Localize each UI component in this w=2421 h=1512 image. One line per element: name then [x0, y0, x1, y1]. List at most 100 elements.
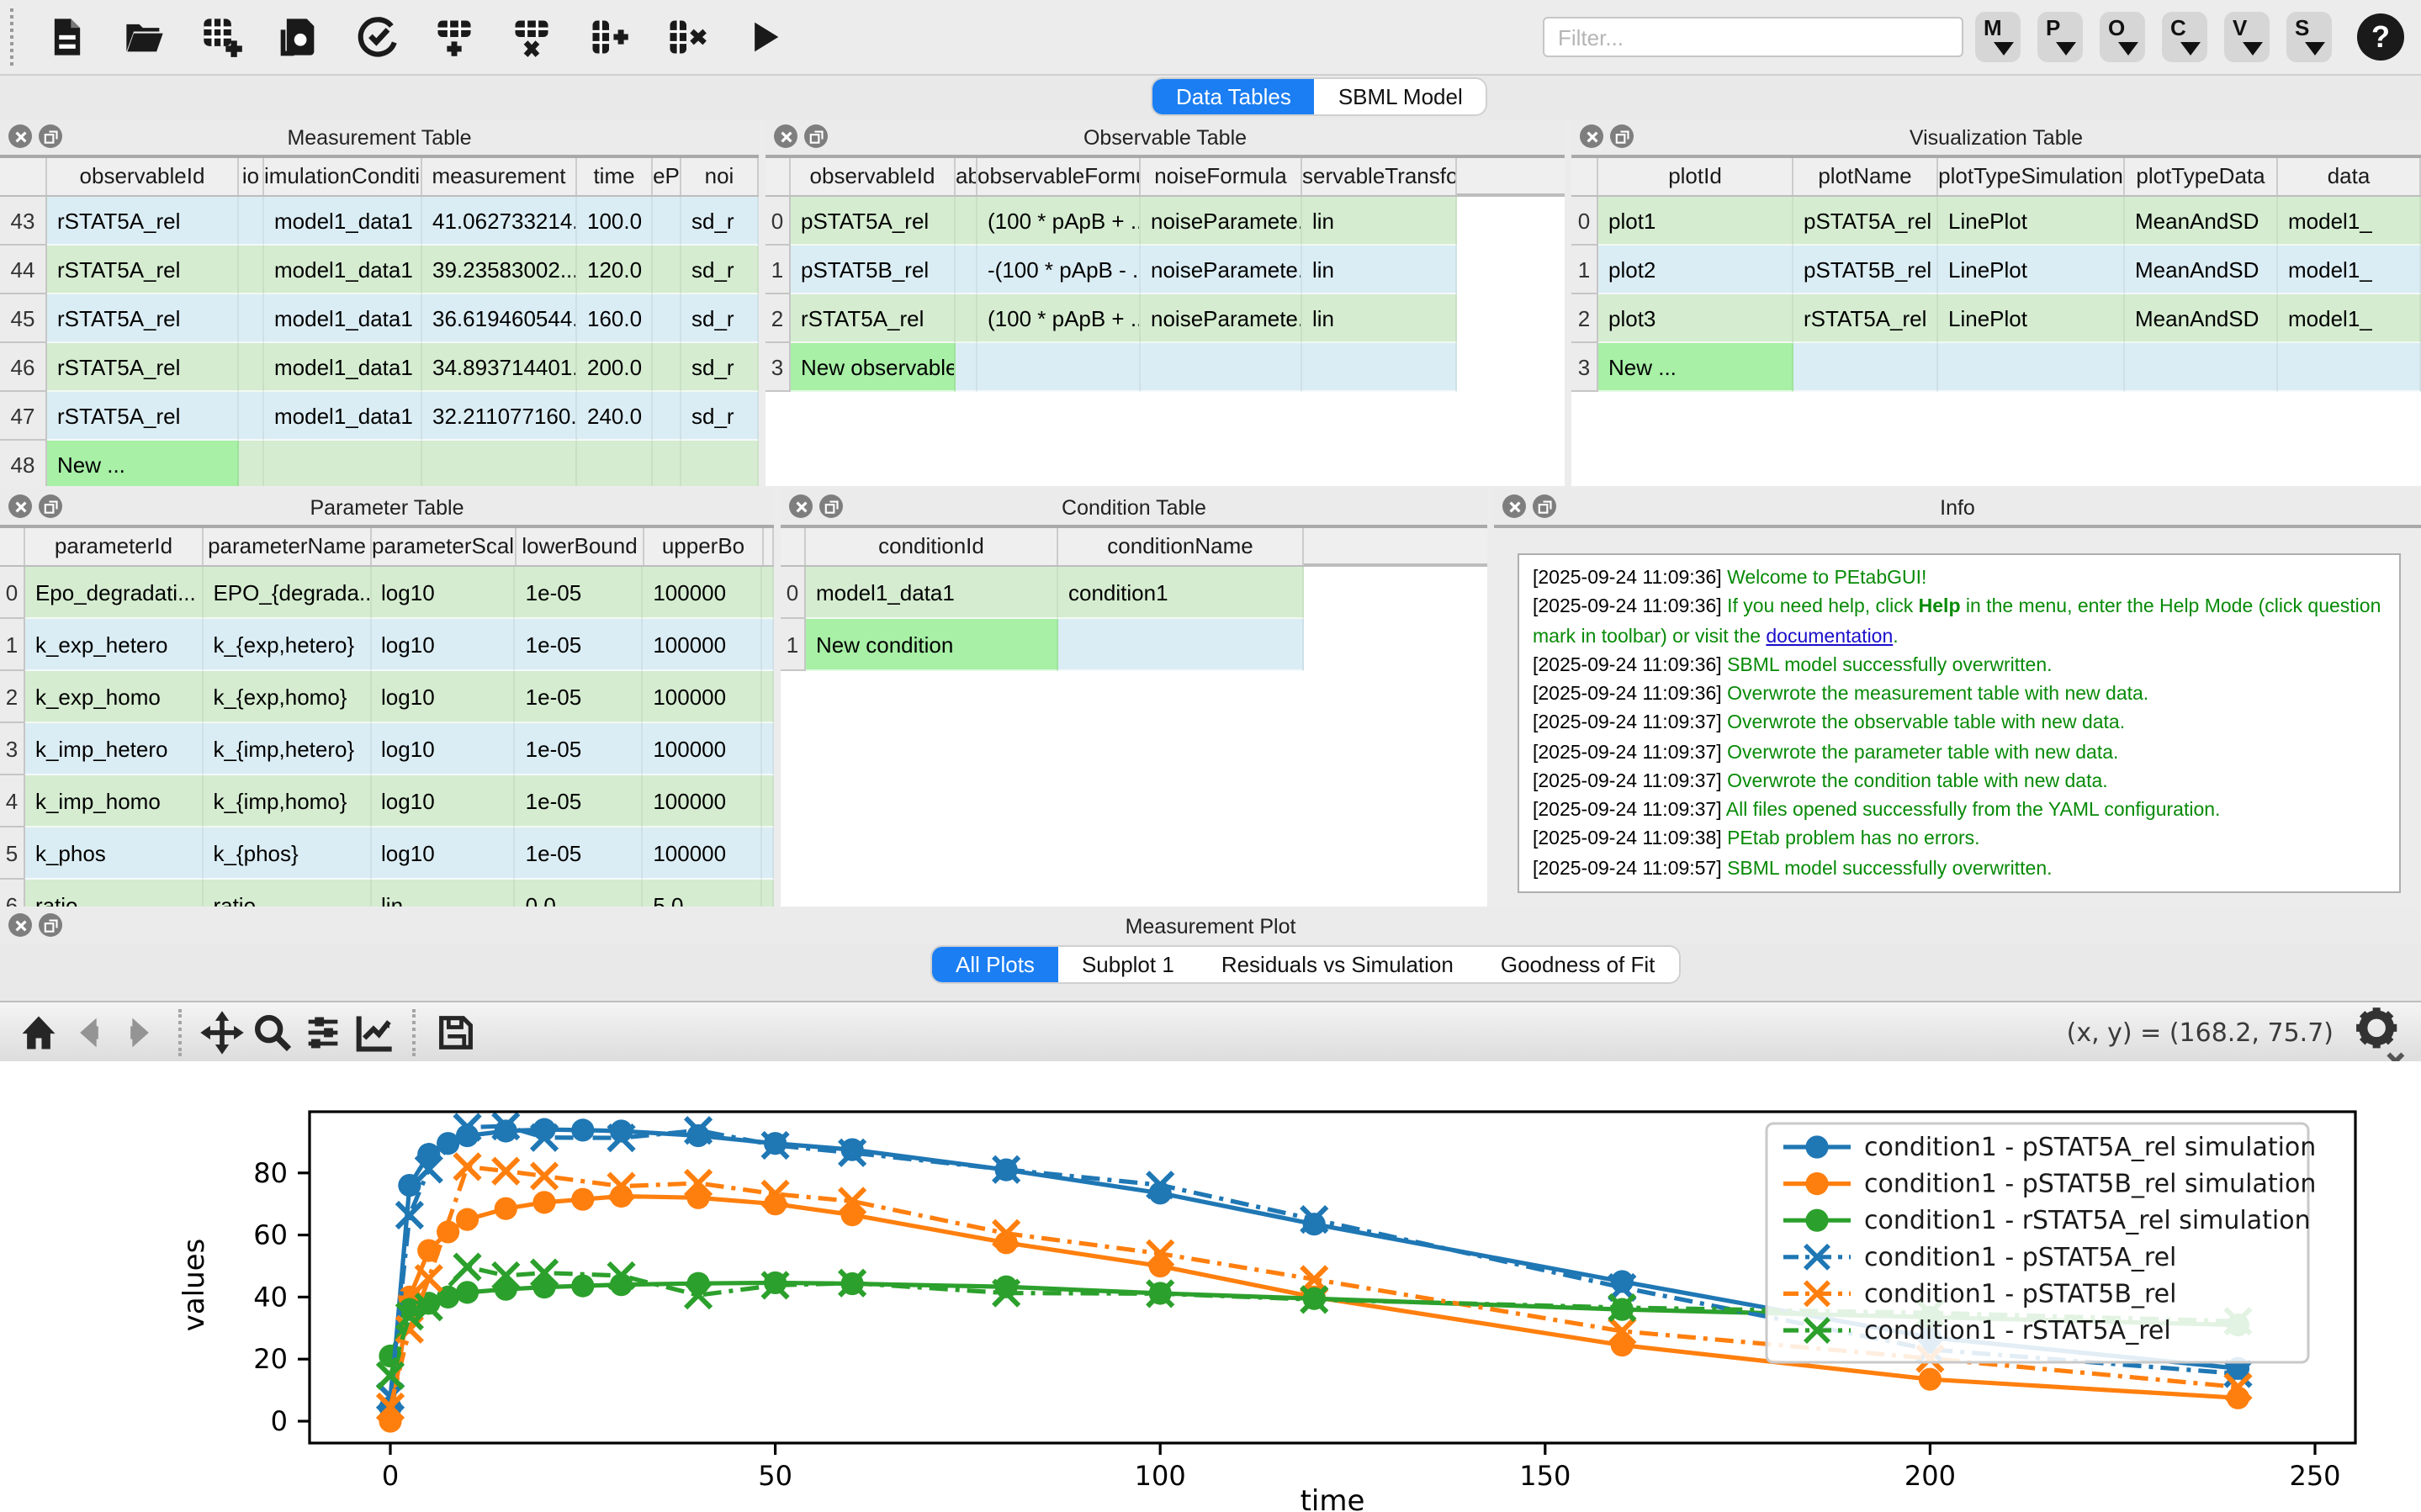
table-cell[interactable]: model1_data1: [264, 197, 422, 246]
column-header[interactable]: servableTransforma: [1302, 158, 1457, 195]
undock-icon[interactable]: [39, 124, 62, 148]
new-file-icon[interactable]: [44, 14, 89, 60]
table-cell[interactable]: pSTAT5A_rel: [1793, 197, 1938, 246]
table-cell[interactable]: k_{imp,hetero}: [203, 723, 371, 775]
row-number[interactable]: 2: [1571, 294, 1598, 343]
table-cell[interactable]: log10: [371, 671, 516, 723]
table-cell[interactable]: condition1: [1058, 567, 1304, 619]
table-cell[interactable]: MeanAndSD: [2125, 246, 2278, 294]
table-cell[interactable]: New ...: [1598, 343, 1793, 392]
table-cell[interactable]: EPO_{degrada...: [203, 567, 371, 619]
table-cell[interactable]: [239, 441, 264, 486]
toolbar-grip-handle[interactable]: [10, 8, 24, 66]
column-header[interactable]: io: [239, 158, 264, 195]
table-cell[interactable]: sd_r: [681, 343, 759, 392]
table-cell[interactable]: [653, 392, 681, 441]
save-figure-icon[interactable]: [431, 1007, 481, 1058]
table-cell[interactable]: 100000: [643, 775, 762, 827]
filter-toggle-c[interactable]: C: [2162, 12, 2207, 62]
row-number[interactable]: 4: [0, 775, 25, 827]
filter-toggle-o[interactable]: O: [2100, 12, 2145, 62]
table-cell[interactable]: plot1: [1598, 197, 1793, 246]
row-number[interactable]: 0: [766, 197, 791, 246]
close-icon[interactable]: [8, 494, 32, 518]
table-cell[interactable]: [1938, 343, 2125, 392]
table-cell[interactable]: k_exp_hetero: [25, 619, 204, 671]
table-cell[interactable]: model1_data1: [264, 343, 422, 392]
table-cell[interactable]: lin: [1302, 246, 1457, 294]
column-header[interactable]: time: [577, 158, 653, 195]
column-header[interactable]: parameterName: [204, 528, 372, 565]
undock-icon[interactable]: [39, 494, 62, 518]
table-cell[interactable]: plot3: [1598, 294, 1793, 343]
table-cell[interactable]: noiseParamete...: [1141, 294, 1302, 343]
table-cell[interactable]: 0.0: [516, 880, 644, 907]
table-cell[interactable]: rSTAT5A_rel: [47, 246, 239, 294]
table-cell[interactable]: 100000: [643, 567, 762, 619]
table-cell[interactable]: 100000: [643, 827, 762, 880]
table-cell[interactable]: model1_: [2278, 294, 2421, 343]
table-cell[interactable]: 100000: [643, 619, 762, 671]
close-icon[interactable]: [8, 124, 32, 148]
column-header[interactable]: parameterScale: [372, 528, 517, 565]
check-petab-icon[interactable]: [353, 14, 399, 60]
tab-sbml-model[interactable]: SBML Model: [1315, 79, 1486, 114]
table-cell[interactable]: sd_r: [681, 197, 759, 246]
table-cell[interactable]: 41.062733214...: [422, 197, 577, 246]
plot-tab-goodness-of-fit[interactable]: Goodness of Fit: [1477, 947, 1679, 982]
close-icon[interactable]: [1580, 124, 1603, 148]
tab-data-tables[interactable]: Data Tables: [1152, 79, 1315, 114]
row-number[interactable]: 44: [0, 246, 47, 294]
table-cell[interactable]: 1: [762, 619, 774, 671]
table-cell[interactable]: [653, 197, 681, 246]
table-cell[interactable]: [422, 441, 577, 486]
table-cell[interactable]: [1058, 619, 1304, 671]
table-cell[interactable]: [653, 441, 681, 486]
table-cell[interactable]: rSTAT5A_rel: [47, 197, 239, 246]
table-cell[interactable]: rSTAT5A_rel: [47, 392, 239, 441]
filter-toggle-m[interactable]: M: [1975, 12, 2021, 62]
table-cell[interactable]: [653, 343, 681, 392]
column-header[interactable]: plotName: [1793, 158, 1938, 195]
table-cell[interactable]: rSTAT5A_rel: [791, 294, 956, 343]
column-header[interactable]: upperBo: [644, 528, 764, 565]
column-header[interactable]: parameterId: [25, 528, 204, 565]
table-cell[interactable]: k_{exp,hetero}: [203, 619, 371, 671]
table-cell[interactable]: 100000: [643, 723, 762, 775]
table-cell[interactable]: lin: [371, 880, 516, 907]
table-cell[interactable]: [239, 392, 264, 441]
table-cell[interactable]: pSTAT5A_rel: [791, 197, 956, 246]
table-cell[interactable]: 5.0: [643, 880, 762, 907]
column-header[interactable]: eP: [653, 158, 681, 195]
table-cell[interactable]: [653, 294, 681, 343]
run-simulation-icon[interactable]: [740, 14, 786, 60]
row-number[interactable]: 0: [0, 567, 25, 619]
add-row-icon[interactable]: [431, 14, 476, 60]
undock-icon[interactable]: [39, 913, 62, 937]
row-number[interactable]: 6: [0, 880, 25, 907]
table-cell[interactable]: k_exp_homo: [25, 671, 204, 723]
help-button[interactable]: ?: [2357, 13, 2404, 61]
table-cell[interactable]: lin: [1302, 294, 1457, 343]
undock-icon[interactable]: [819, 494, 843, 518]
table-cell[interactable]: pSTAT5B_rel: [1793, 246, 1938, 294]
table-cell[interactable]: 100000: [643, 671, 762, 723]
new-table-icon[interactable]: [199, 14, 244, 60]
table-cell[interactable]: [762, 723, 774, 775]
column-header[interactable]: conditionId: [806, 528, 1058, 565]
measurement-plot-canvas[interactable]: 050100150200250020406080timevaluescondit…: [0, 1061, 2421, 1512]
table-cell[interactable]: model1_: [2278, 246, 2421, 294]
column-header[interactable]: [764, 528, 774, 565]
column-header[interactable]: observableId: [791, 158, 956, 195]
table-cell[interactable]: New condition: [806, 619, 1058, 671]
table-cell[interactable]: log10: [371, 723, 516, 775]
table-cell[interactable]: plot2: [1598, 246, 1793, 294]
undock-icon[interactable]: [804, 124, 828, 148]
table-cell[interactable]: LinePlot: [1938, 197, 2125, 246]
table-cell[interactable]: [239, 246, 264, 294]
table-cell[interactable]: [239, 294, 264, 343]
info-log[interactable]: [2025-09-24 11:09:36] Welcome to PEtabGU…: [1518, 553, 2401, 893]
table-cell[interactable]: noiseParamete...: [1141, 246, 1302, 294]
table-cell[interactable]: [956, 294, 977, 343]
table-cell[interactable]: log10: [371, 619, 516, 671]
